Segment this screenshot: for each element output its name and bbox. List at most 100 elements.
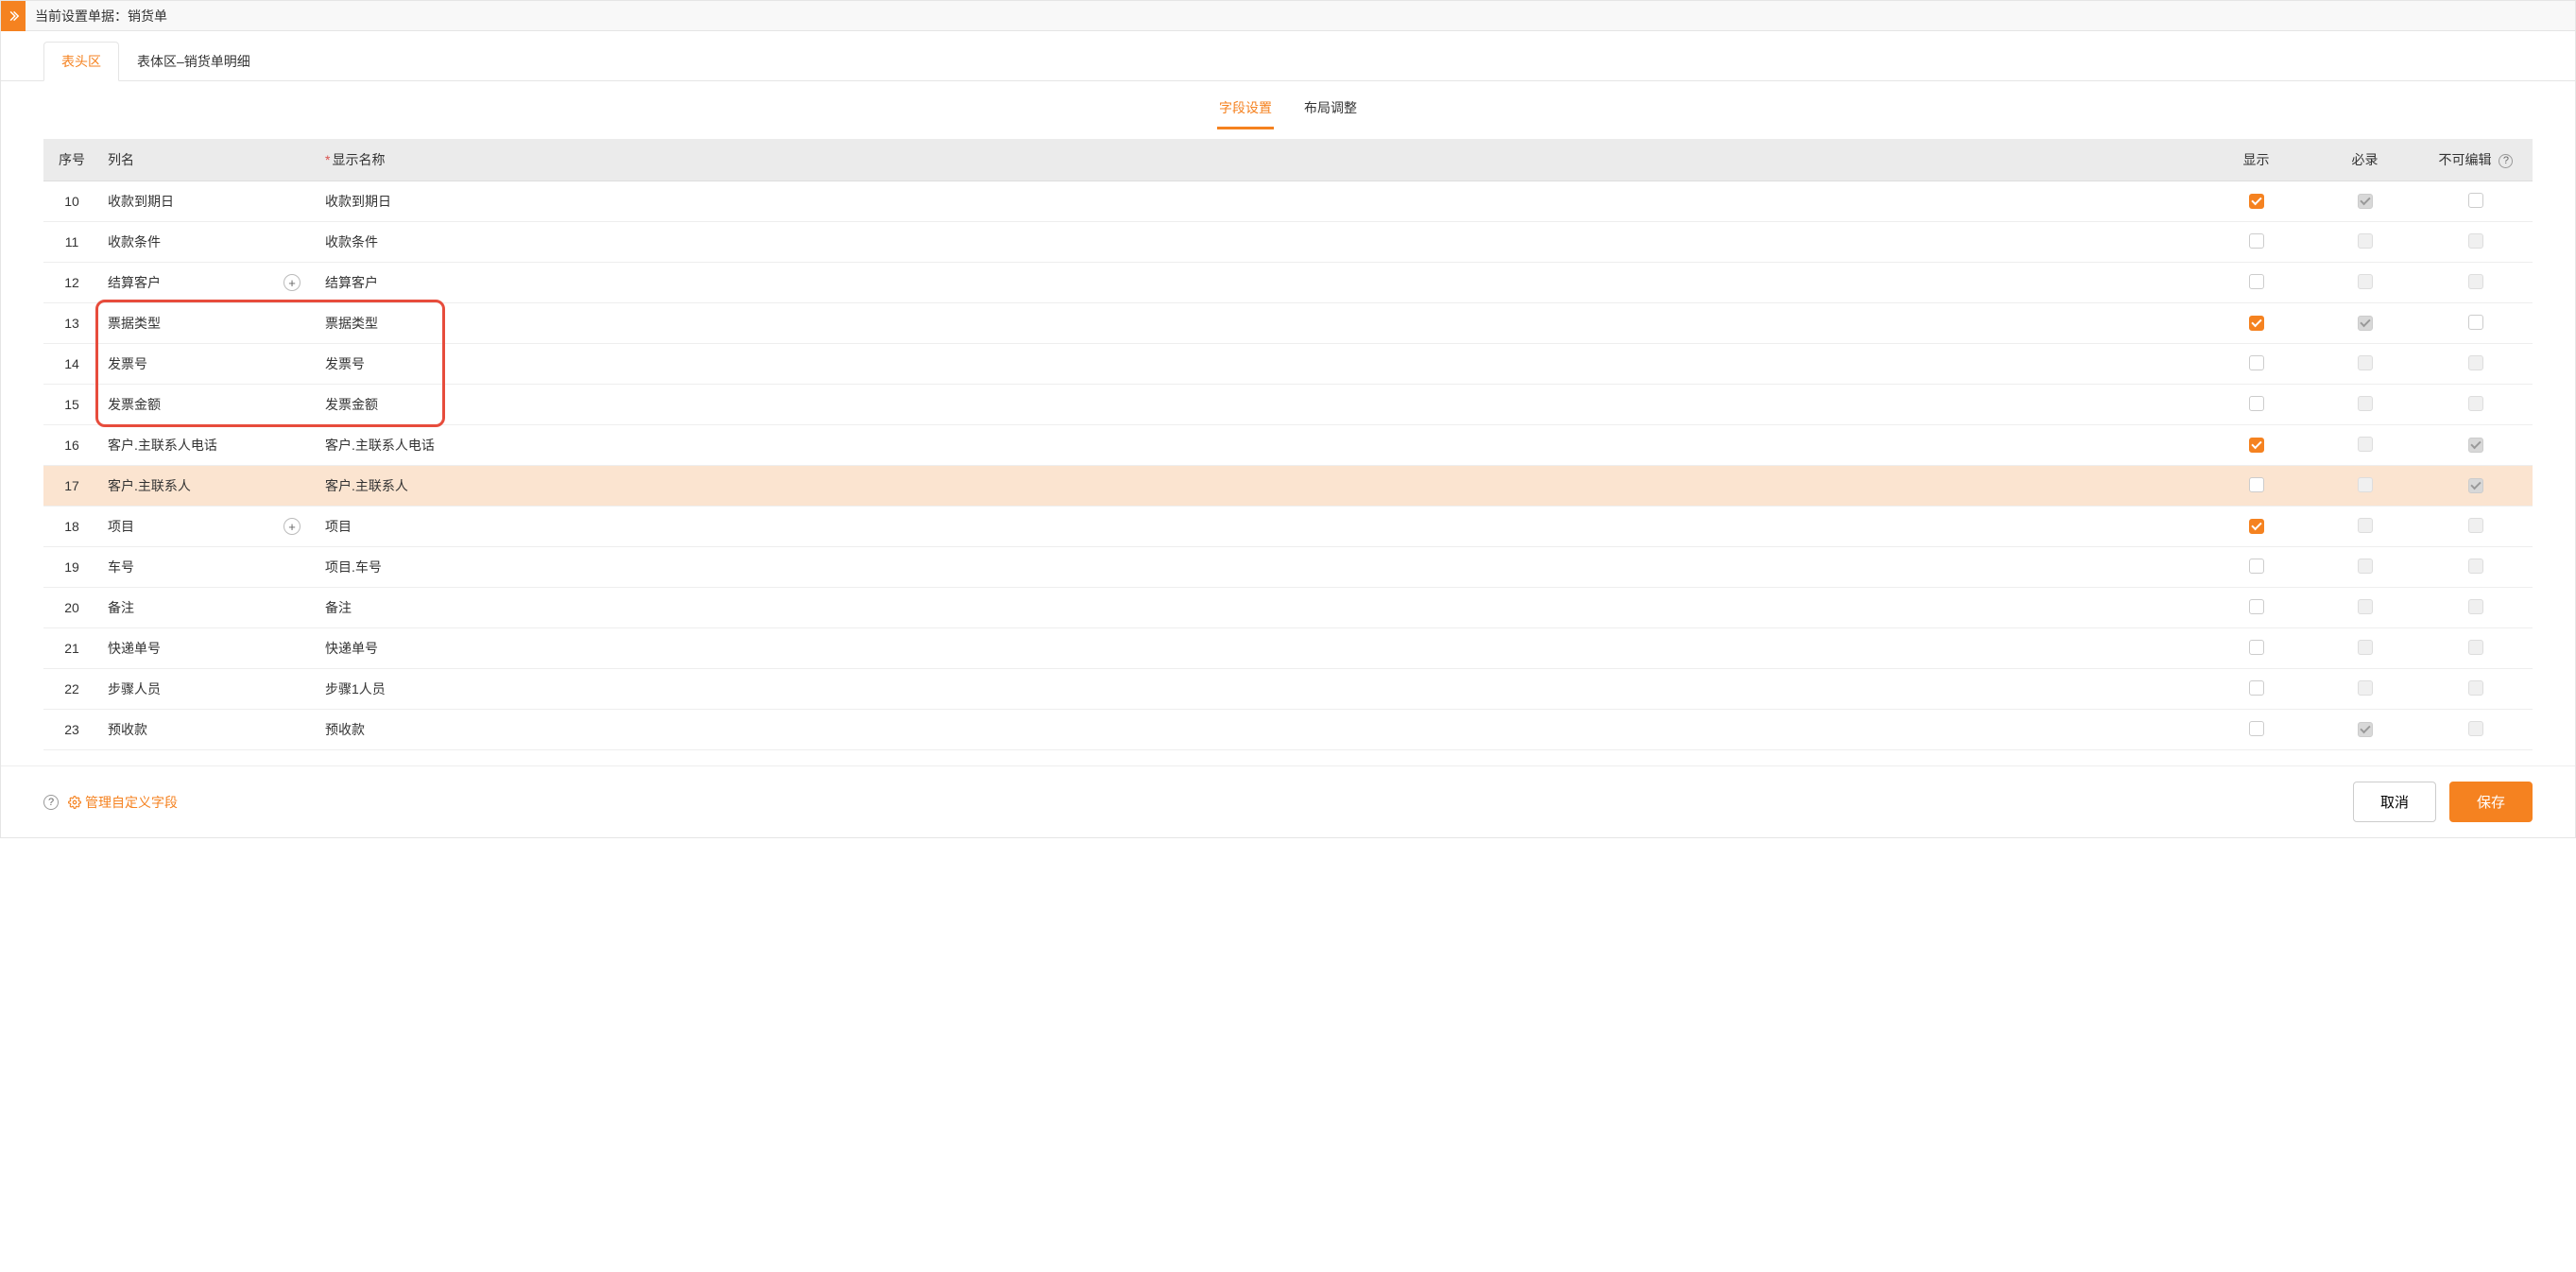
question-icon[interactable]: ? — [43, 795, 59, 810]
checkbox-noedit — [2468, 680, 2483, 696]
cell-show — [2202, 547, 2310, 588]
checkbox-required — [2358, 316, 2373, 331]
gear-icon — [68, 796, 81, 809]
cell-display-name[interactable]: 项目 — [318, 507, 2202, 547]
cell-seq: 16 — [43, 425, 100, 466]
checkbox-noedit — [2468, 599, 2483, 614]
checkbox-show[interactable] — [2249, 640, 2264, 655]
cell-seq: 20 — [43, 588, 100, 628]
cell-display-name[interactable]: 发票号 — [318, 344, 2202, 385]
help-icon[interactable]: ? — [2499, 154, 2513, 168]
cell-noedit — [2419, 425, 2533, 466]
col-display-label: 显示名称 — [332, 152, 385, 167]
table-row: 20备注备注 — [43, 588, 2533, 628]
table-row: 15发票金额发票金额 — [43, 385, 2533, 425]
page-container: 当前设置单据：销货单 表头区表体区–销货单明细 字段设置布局调整 序号 列名 *… — [0, 0, 2576, 838]
checkbox-show[interactable] — [2249, 559, 2264, 574]
main-tab-0[interactable]: 表头区 — [43, 42, 119, 81]
sub-tab-0[interactable]: 字段设置 — [1217, 98, 1274, 129]
checkbox-show[interactable] — [2249, 355, 2264, 370]
required-star-icon: * — [325, 152, 330, 167]
checkbox-noedit[interactable] — [2468, 315, 2483, 330]
cell-noedit — [2419, 547, 2533, 588]
cell-display-name[interactable]: 快递单号 — [318, 628, 2202, 669]
title-docname: 销货单 — [128, 9, 167, 24]
cell-display-name[interactable]: 结算客户 — [318, 263, 2202, 303]
cell-col: 发票金额 — [100, 385, 318, 425]
checkbox-show[interactable] — [2249, 477, 2264, 492]
cell-seq: 17 — [43, 466, 100, 507]
cell-display-name[interactable]: 收款条件 — [318, 222, 2202, 263]
cell-show — [2202, 181, 2310, 222]
cell-show — [2202, 628, 2310, 669]
cell-display-name[interactable]: 客户.主联系人 — [318, 466, 2202, 507]
table-row: 11收款条件收款条件 — [43, 222, 2533, 263]
checkbox-required — [2358, 680, 2373, 696]
checkbox-required — [2358, 194, 2373, 209]
checkbox-required — [2358, 274, 2373, 289]
cell-seq: 15 — [43, 385, 100, 425]
cell-required — [2310, 181, 2419, 222]
cell-required — [2310, 263, 2419, 303]
cell-seq: 18 — [43, 507, 100, 547]
cell-display-name[interactable]: 客户.主联系人电话 — [318, 425, 2202, 466]
cell-display-name[interactable]: 票据类型 — [318, 303, 2202, 344]
cell-col: 客户.主联系人 — [100, 466, 318, 507]
checkbox-noedit[interactable] — [2468, 193, 2483, 208]
manage-custom-fields-label: 管理自定义字段 — [85, 793, 178, 812]
cell-display-name[interactable]: 备注 — [318, 588, 2202, 628]
checkbox-show[interactable] — [2249, 396, 2264, 411]
plus-icon[interactable]: + — [283, 518, 301, 535]
cell-required — [2310, 710, 2419, 750]
checkbox-show[interactable] — [2249, 316, 2264, 331]
checkbox-noedit — [2468, 721, 2483, 736]
checkbox-noedit — [2468, 518, 2483, 533]
expand-button[interactable] — [1, 1, 26, 31]
col-seq-header: 序号 — [43, 139, 100, 181]
footer-right: 取消 保存 — [2353, 782, 2533, 822]
cell-seq: 23 — [43, 710, 100, 750]
cell-display-name[interactable]: 步骤1人员 — [318, 669, 2202, 710]
cell-required — [2310, 425, 2419, 466]
checkbox-show[interactable] — [2249, 519, 2264, 534]
field-table: 序号 列名 *显示名称 显示 必录 不可编辑 ? 10收款到期日收款到期日11收… — [43, 139, 2533, 750]
checkbox-show[interactable] — [2249, 721, 2264, 736]
col-display-header: *显示名称 — [318, 139, 2202, 181]
checkbox-required — [2358, 477, 2373, 492]
cell-display-name[interactable]: 收款到期日 — [318, 181, 2202, 222]
checkbox-required — [2358, 396, 2373, 411]
main-tab-1[interactable]: 表体区–销货单明细 — [119, 42, 268, 81]
cell-display-name[interactable]: 项目.车号 — [318, 547, 2202, 588]
cell-seq: 14 — [43, 344, 100, 385]
cell-noedit — [2419, 466, 2533, 507]
manage-custom-fields-link[interactable]: 管理自定义字段 — [68, 793, 178, 812]
col-required-header: 必录 — [2310, 139, 2419, 181]
checkbox-show[interactable] — [2249, 438, 2264, 453]
cell-show — [2202, 669, 2310, 710]
cell-show — [2202, 425, 2310, 466]
checkbox-noedit — [2468, 438, 2483, 453]
cell-required — [2310, 507, 2419, 547]
table-row: 19车号项目.车号 — [43, 547, 2533, 588]
cell-noedit — [2419, 263, 2533, 303]
sub-tab-1[interactable]: 布局调整 — [1302, 98, 1359, 129]
cell-required — [2310, 344, 2419, 385]
checkbox-show[interactable] — [2249, 233, 2264, 249]
cell-show — [2202, 588, 2310, 628]
cell-display-name[interactable]: 发票金额 — [318, 385, 2202, 425]
checkbox-required — [2358, 559, 2373, 574]
cell-show — [2202, 303, 2310, 344]
sub-tabs: 字段设置布局调整 — [1, 81, 2575, 129]
checkbox-show[interactable] — [2249, 599, 2264, 614]
cancel-button[interactable]: 取消 — [2353, 782, 2436, 822]
checkbox-required — [2358, 518, 2373, 533]
cell-display-name[interactable]: 预收款 — [318, 710, 2202, 750]
checkbox-show[interactable] — [2249, 274, 2264, 289]
checkbox-required — [2358, 640, 2373, 655]
checkbox-noedit — [2468, 274, 2483, 289]
checkbox-show[interactable] — [2249, 194, 2264, 209]
cell-seq: 10 — [43, 181, 100, 222]
checkbox-show[interactable] — [2249, 680, 2264, 696]
plus-icon[interactable]: + — [283, 274, 301, 291]
save-button[interactable]: 保存 — [2449, 782, 2533, 822]
